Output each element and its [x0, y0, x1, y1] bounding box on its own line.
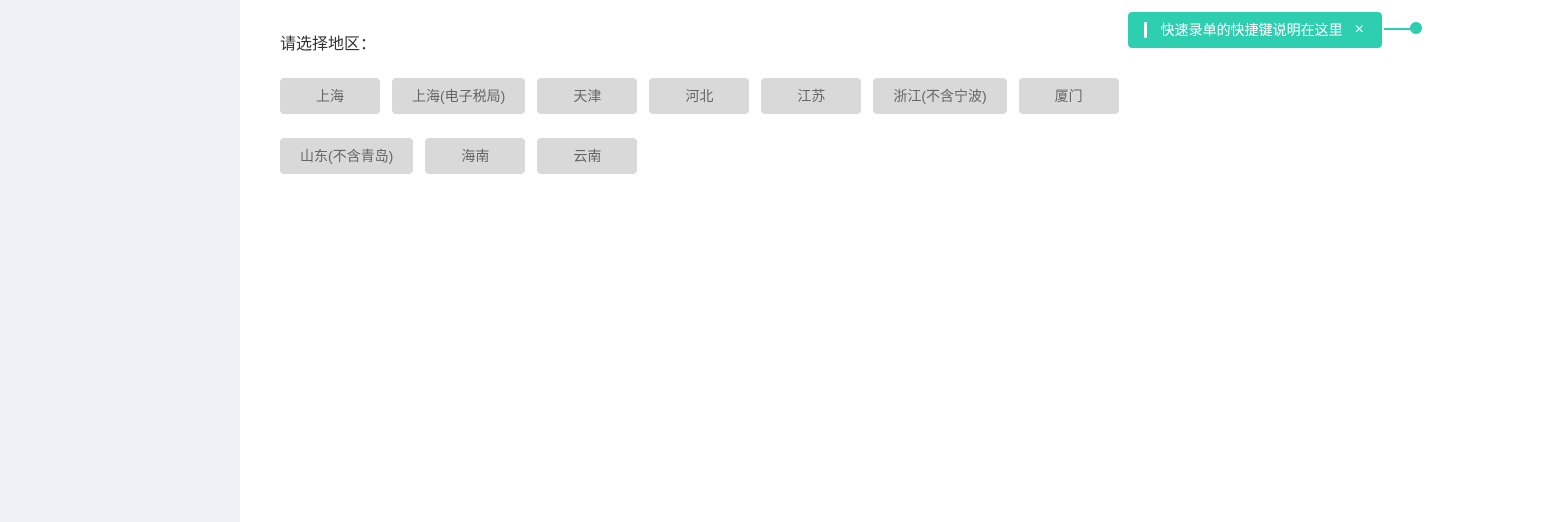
- tooltip-bar: 快速录单的快捷键说明在这里 ×: [1128, 12, 1382, 48]
- region-btn-tianjin[interactable]: 天津: [537, 78, 637, 114]
- region-btn-jiangsu[interactable]: 江苏: [761, 78, 861, 114]
- tooltip-text: 快速录单的快捷键说明在这里: [1161, 20, 1343, 40]
- region-btn-shanghai[interactable]: 上海: [280, 78, 380, 114]
- region-btn-hebei[interactable]: 河北: [649, 78, 749, 114]
- tooltip-close-button[interactable]: ×: [1353, 21, 1366, 39]
- region-buttons: 上海 上海(电子税局) 天津 河北 江苏 浙江(不含宁波) 厦门 山东(不含青岛…: [280, 78, 1522, 174]
- tooltip-dot: [1410, 22, 1422, 34]
- sidebar: [0, 0, 240, 522]
- region-btn-shandong[interactable]: 山东(不含青岛): [280, 138, 413, 174]
- region-btn-yunnan[interactable]: 云南: [537, 138, 637, 174]
- region-btn-hainan[interactable]: 海南: [425, 138, 525, 174]
- region-btn-xiamen[interactable]: 厦门: [1019, 78, 1119, 114]
- main-content: 请选择地区： 上海 上海(电子税局) 天津 河北 江苏 浙江(不含宁波) 厦门 …: [240, 0, 1562, 522]
- region-btn-zhejiang[interactable]: 浙江(不含宁波): [873, 78, 1006, 114]
- region-btn-shanghai-etax[interactable]: 上海(电子税局): [392, 78, 525, 114]
